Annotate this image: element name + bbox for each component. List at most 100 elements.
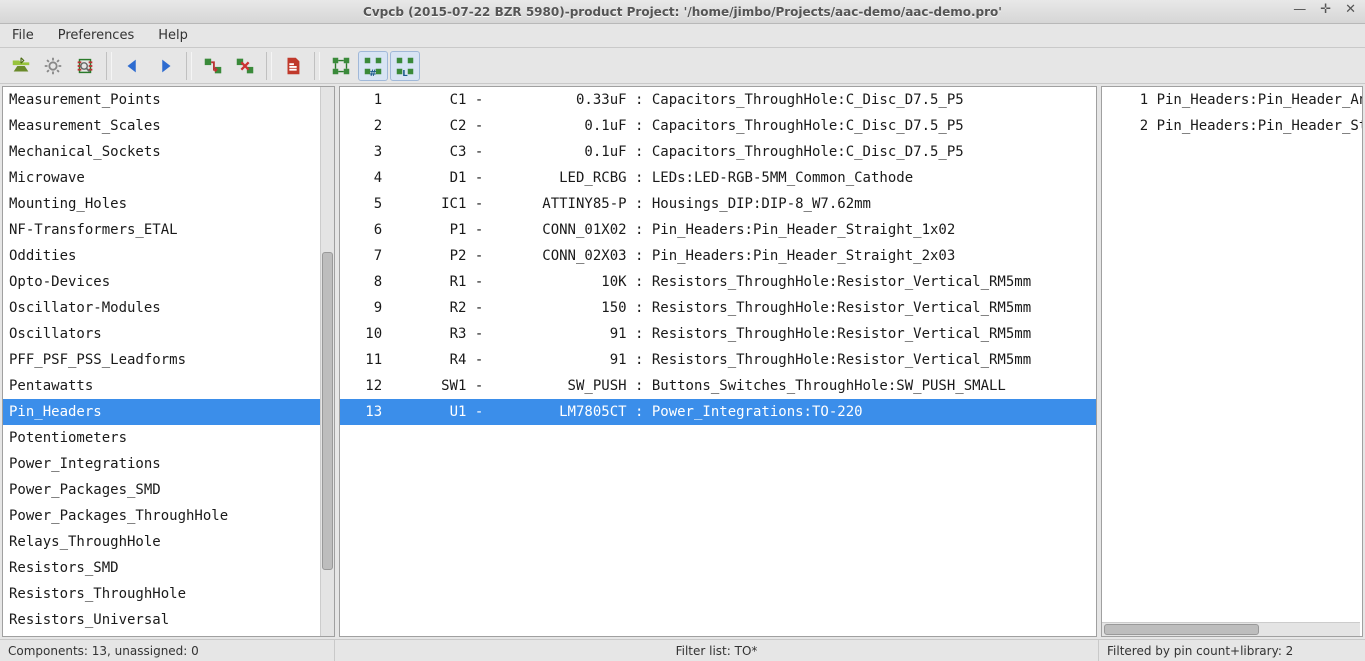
component-index: 7 [340, 245, 382, 267]
component-row[interactable]: 13U1-LM7805CT:Power_Integrations:TO-220 [340, 399, 1096, 425]
component-footprint: Pin_Headers:Pin_Header_Straight_1x02 [652, 219, 955, 241]
library-item[interactable]: Relays_ThroughHole [3, 529, 320, 555]
window-controls: — ✛ ✕ [1290, 2, 1359, 17]
footprint-name: Pin_Headers:Pin_Header_Straig [1157, 118, 1362, 134]
footprint-item[interactable]: 1Pin_Headers:Pin_Header_Angled [1102, 87, 1362, 113]
menu-preferences[interactable]: Preferences [52, 26, 140, 45]
library-list[interactable]: Measurement_PointsMeasurement_ScalesMech… [3, 87, 320, 636]
footprint-list-pane: 1Pin_Headers:Pin_Header_Angled2Pin_Heade… [1101, 86, 1363, 637]
component-row[interactable]: 5IC1-ATTINY85-P:Housings_DIP:DIP-8_W7.62… [340, 191, 1096, 217]
library-item[interactable]: Power_Packages_SMD [3, 477, 320, 503]
library-item[interactable]: Power_Packages_ThroughHole [3, 503, 320, 529]
component-footprint: Power_Integrations:TO-220 [652, 401, 863, 423]
prev-unassigned-button[interactable] [118, 51, 148, 81]
toolbar: # L [0, 48, 1365, 84]
component-index: 3 [340, 141, 382, 163]
library-item[interactable]: Resistors_ThroughHole [3, 581, 320, 607]
library-item[interactable]: Microwave [3, 165, 320, 191]
component-ref: R1 [382, 271, 466, 293]
status-bar: Components: 13, unassigned: 0 Filter lis… [0, 639, 1365, 661]
component-value: LED_RCBG [492, 167, 627, 189]
close-icon[interactable]: ✕ [1342, 2, 1359, 17]
component-row[interactable]: 11R4-91:Resistors_ThroughHole:Resistor_V… [340, 347, 1096, 373]
status-filtered-count: Filtered by pin count+library: 2 [1099, 640, 1365, 661]
component-row[interactable]: 4D1-LED_RCBG:LEDs:LED-RGB-5MM_Common_Cat… [340, 165, 1096, 191]
component-value: 0.1uF [492, 141, 627, 163]
filter-pin-count-button[interactable]: # [358, 51, 388, 81]
library-item[interactable]: NF-Transformers_ETAL [3, 217, 320, 243]
filter-keywords-icon [330, 55, 352, 77]
footprint-list[interactable]: 1Pin_Headers:Pin_Header_Angled2Pin_Heade… [1102, 87, 1362, 622]
component-list[interactable]: 1C1-0.33uF:Capacitors_ThroughHole:C_Disc… [340, 87, 1096, 425]
component-row[interactable]: 12SW1-SW_PUSH:Buttons_Switches_ThroughHo… [340, 373, 1096, 399]
minimize-icon[interactable]: — [1290, 2, 1309, 17]
component-row[interactable]: 2C2-0.1uF:Capacitors_ThroughHole:C_Disc_… [340, 113, 1096, 139]
component-ref: R2 [382, 297, 466, 319]
component-index: 12 [340, 375, 382, 397]
filter-library-button[interactable]: L [390, 51, 420, 81]
arrow-right-icon [154, 55, 176, 77]
status-components: Components: 13, unassigned: 0 [0, 640, 335, 661]
component-row[interactable]: 3C3-0.1uF:Capacitors_ThroughHole:C_Disc_… [340, 139, 1096, 165]
component-value: CONN_02X03 [492, 245, 627, 267]
component-value: ATTINY85-P [492, 193, 627, 215]
footprint-item[interactable]: 2Pin_Headers:Pin_Header_Straig [1102, 113, 1362, 139]
footprint-h-scrollbar[interactable] [1102, 622, 1360, 636]
component-row[interactable]: 6P1-CONN_01X02:Pin_Headers:Pin_Header_St… [340, 217, 1096, 243]
library-item[interactable]: Opto-Devices [3, 269, 320, 295]
component-value: 91 [492, 323, 627, 345]
component-row[interactable]: 7P2-CONN_02X03:Pin_Headers:Pin_Header_St… [340, 243, 1096, 269]
library-item[interactable]: Pentawatts [3, 373, 320, 399]
library-item[interactable]: Resistors_Universal [3, 607, 320, 633]
auto-associate-button[interactable] [198, 51, 228, 81]
component-row[interactable]: 9R2-150:Resistors_ThroughHole:Resistor_V… [340, 295, 1096, 321]
footprint-view-icon [74, 55, 96, 77]
component-index: 11 [340, 349, 382, 371]
menu-help[interactable]: Help [152, 26, 194, 45]
next-unassigned-button[interactable] [150, 51, 180, 81]
component-ref: D1 [382, 167, 466, 189]
component-footprint: Resistors_ThroughHole:Resistor_Vertical_… [652, 349, 1031, 371]
filter-keywords-button[interactable] [326, 51, 356, 81]
svg-text:L: L [402, 68, 408, 77]
component-ref: R3 [382, 323, 466, 345]
component-list-pane: 1C1-0.33uF:Capacitors_ThroughHole:C_Disc… [339, 86, 1097, 637]
library-item[interactable]: Mechanical_Sockets [3, 139, 320, 165]
library-item[interactable]: Measurement_Scales [3, 113, 320, 139]
view-footprint-button[interactable] [70, 51, 100, 81]
library-item[interactable]: Measurement_Points [3, 87, 320, 113]
library-item[interactable]: Oddities [3, 243, 320, 269]
component-footprint: Resistors_ThroughHole:Resistor_Vertical_… [652, 323, 1031, 345]
menu-file[interactable]: File [6, 26, 40, 45]
gear-icon [42, 55, 64, 77]
library-item[interactable]: Mounting_Holes [3, 191, 320, 217]
library-item[interactable]: Resistors_SMD [3, 555, 320, 581]
library-item[interactable]: Oscillator-Modules [3, 295, 320, 321]
window-titlebar: Cvpcb (2015-07-22 BZR 5980)-product Proj… [0, 0, 1365, 24]
component-value: CONN_01X02 [492, 219, 627, 241]
component-ref: IC1 [382, 193, 466, 215]
library-list-pane: Measurement_PointsMeasurement_ScalesMech… [2, 86, 335, 637]
library-item[interactable]: Potentiometers [3, 425, 320, 451]
component-row[interactable]: 10R3-91:Resistors_ThroughHole:Resistor_V… [340, 321, 1096, 347]
library-item[interactable]: PFF_PSF_PSS_Leadforms [3, 347, 320, 373]
component-row[interactable]: 8R1-10K:Resistors_ThroughHole:Resistor_V… [340, 269, 1096, 295]
component-index: 10 [340, 323, 382, 345]
arrow-left-icon [122, 55, 144, 77]
component-index: 1 [340, 89, 382, 111]
library-item[interactable]: SMD_Packages [3, 633, 320, 636]
maximize-icon[interactable]: ✛ [1317, 2, 1334, 17]
svg-text:#: # [369, 68, 377, 77]
documentation-button[interactable] [278, 51, 308, 81]
library-item[interactable]: Power_Integrations [3, 451, 320, 477]
library-scrollbar[interactable] [320, 87, 334, 636]
component-ref: P1 [382, 219, 466, 241]
component-value: SW_PUSH [492, 375, 627, 397]
component-ref: C3 [382, 141, 466, 163]
preferences-button[interactable] [38, 51, 68, 81]
library-item[interactable]: Pin_Headers [3, 399, 320, 425]
component-row[interactable]: 1C1-0.33uF:Capacitors_ThroughHole:C_Disc… [340, 87, 1096, 113]
library-item[interactable]: Oscillators [3, 321, 320, 347]
save-button[interactable] [6, 51, 36, 81]
delete-associations-button[interactable] [230, 51, 260, 81]
